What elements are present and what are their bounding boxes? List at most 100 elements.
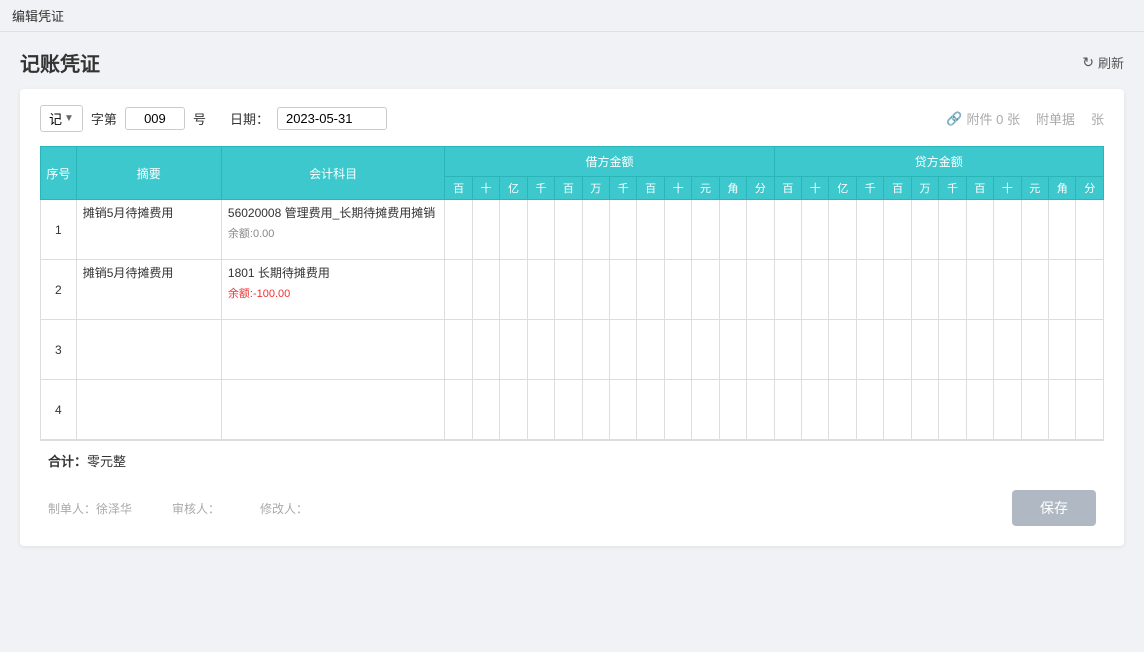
row-account[interactable]: 1801 长期待摊费用余额:-100.00 <box>221 260 444 320</box>
credit-digit-cell[interactable] <box>884 260 911 320</box>
debit-digit-cell[interactable] <box>555 320 582 380</box>
debit-digit-cell[interactable] <box>719 380 746 440</box>
debit-digit-cell[interactable] <box>637 380 664 440</box>
row-account[interactable] <box>221 320 444 380</box>
debit-digit-cell[interactable] <box>692 320 719 380</box>
credit-digit-cell[interactable] <box>911 260 938 320</box>
credit-digit-cell[interactable] <box>856 320 883 380</box>
credit-digit-cell[interactable] <box>966 380 993 440</box>
row-summary[interactable] <box>76 380 221 440</box>
row-account[interactable] <box>221 380 444 440</box>
debit-digit-cell[interactable] <box>445 260 472 320</box>
credit-digit-cell[interactable] <box>1076 260 1104 320</box>
credit-digit-cell[interactable] <box>774 320 801 380</box>
debit-digit-cell[interactable] <box>527 320 554 380</box>
debit-digit-cell[interactable] <box>527 380 554 440</box>
debit-digit-cell[interactable] <box>472 380 499 440</box>
debit-digit-cell[interactable] <box>500 200 527 260</box>
debit-digit-cell[interactable] <box>472 260 499 320</box>
row-summary[interactable]: 摊销5月待摊费用 <box>76 200 221 260</box>
credit-digit-cell[interactable] <box>966 200 993 260</box>
credit-digit-cell[interactable] <box>1021 200 1048 260</box>
debit-digit-cell[interactable] <box>664 260 691 320</box>
credit-digit-cell[interactable] <box>994 260 1021 320</box>
debit-digit-cell[interactable] <box>664 200 691 260</box>
debit-digit-cell[interactable] <box>500 380 527 440</box>
debit-digit-cell[interactable] <box>445 380 472 440</box>
credit-digit-cell[interactable] <box>1021 320 1048 380</box>
credit-digit-cell[interactable] <box>829 380 856 440</box>
debit-digit-cell[interactable] <box>637 200 664 260</box>
credit-digit-cell[interactable] <box>802 320 829 380</box>
debit-digit-cell[interactable] <box>500 260 527 320</box>
row-account[interactable]: 56020008 管理费用_长期待摊费用摊销余额:0.00 <box>221 200 444 260</box>
credit-digit-cell[interactable] <box>911 380 938 440</box>
row-summary[interactable] <box>76 320 221 380</box>
credit-digit-cell[interactable] <box>774 380 801 440</box>
credit-digit-cell[interactable] <box>966 320 993 380</box>
credit-digit-cell[interactable] <box>829 320 856 380</box>
credit-digit-cell[interactable] <box>1021 380 1048 440</box>
credit-digit-cell[interactable] <box>884 380 911 440</box>
voucher-type-button[interactable]: 记 ▼ <box>40 105 83 132</box>
debit-digit-cell[interactable] <box>692 200 719 260</box>
debit-digit-cell[interactable] <box>527 260 554 320</box>
credit-digit-cell[interactable] <box>856 200 883 260</box>
credit-digit-cell[interactable] <box>939 260 966 320</box>
debit-digit-cell[interactable] <box>747 200 774 260</box>
debit-digit-cell[interactable] <box>719 200 746 260</box>
debit-digit-cell[interactable] <box>472 320 499 380</box>
debit-digit-cell[interactable] <box>637 320 664 380</box>
debit-digit-cell[interactable] <box>582 320 609 380</box>
credit-digit-cell[interactable] <box>939 200 966 260</box>
credit-digit-cell[interactable] <box>884 320 911 380</box>
refresh-button[interactable]: ↻ 刷新 <box>1082 53 1124 72</box>
credit-digit-cell[interactable] <box>939 320 966 380</box>
debit-digit-cell[interactable] <box>692 260 719 320</box>
credit-digit-cell[interactable] <box>856 260 883 320</box>
credit-digit-cell[interactable] <box>994 380 1021 440</box>
debit-digit-cell[interactable] <box>609 260 636 320</box>
debit-digit-cell[interactable] <box>500 320 527 380</box>
debit-digit-cell[interactable] <box>719 260 746 320</box>
debit-digit-cell[interactable] <box>637 260 664 320</box>
debit-digit-cell[interactable] <box>692 380 719 440</box>
credit-digit-cell[interactable] <box>1076 320 1104 380</box>
debit-digit-cell[interactable] <box>555 200 582 260</box>
save-button[interactable]: 保存 <box>1012 490 1096 526</box>
debit-digit-cell[interactable] <box>527 200 554 260</box>
credit-digit-cell[interactable] <box>1048 200 1075 260</box>
credit-digit-cell[interactable] <box>1076 200 1104 260</box>
debit-digit-cell[interactable] <box>582 260 609 320</box>
debit-digit-cell[interactable] <box>445 320 472 380</box>
debit-digit-cell[interactable] <box>582 380 609 440</box>
credit-digit-cell[interactable] <box>911 320 938 380</box>
credit-digit-cell[interactable] <box>802 200 829 260</box>
debit-digit-cell[interactable] <box>747 380 774 440</box>
debit-digit-cell[interactable] <box>555 380 582 440</box>
credit-digit-cell[interactable] <box>884 200 911 260</box>
debit-digit-cell[interactable] <box>609 320 636 380</box>
debit-digit-cell[interactable] <box>472 200 499 260</box>
credit-digit-cell[interactable] <box>994 320 1021 380</box>
credit-digit-cell[interactable] <box>994 200 1021 260</box>
credit-digit-cell[interactable] <box>1048 260 1075 320</box>
debit-digit-cell[interactable] <box>719 320 746 380</box>
debit-digit-cell[interactable] <box>555 260 582 320</box>
credit-digit-cell[interactable] <box>1021 260 1048 320</box>
row-summary[interactable]: 摊销5月待摊费用 <box>76 260 221 320</box>
date-input[interactable] <box>277 107 387 130</box>
debit-digit-cell[interactable] <box>445 200 472 260</box>
debit-digit-cell[interactable] <box>609 200 636 260</box>
credit-digit-cell[interactable] <box>911 200 938 260</box>
credit-digit-cell[interactable] <box>1076 380 1104 440</box>
credit-digit-cell[interactable] <box>774 260 801 320</box>
debit-digit-cell[interactable] <box>747 320 774 380</box>
credit-digit-cell[interactable] <box>966 260 993 320</box>
credit-digit-cell[interactable] <box>1048 320 1075 380</box>
credit-digit-cell[interactable] <box>829 200 856 260</box>
credit-digit-cell[interactable] <box>1048 380 1075 440</box>
credit-digit-cell[interactable] <box>939 380 966 440</box>
debit-digit-cell[interactable] <box>664 320 691 380</box>
debit-digit-cell[interactable] <box>664 380 691 440</box>
